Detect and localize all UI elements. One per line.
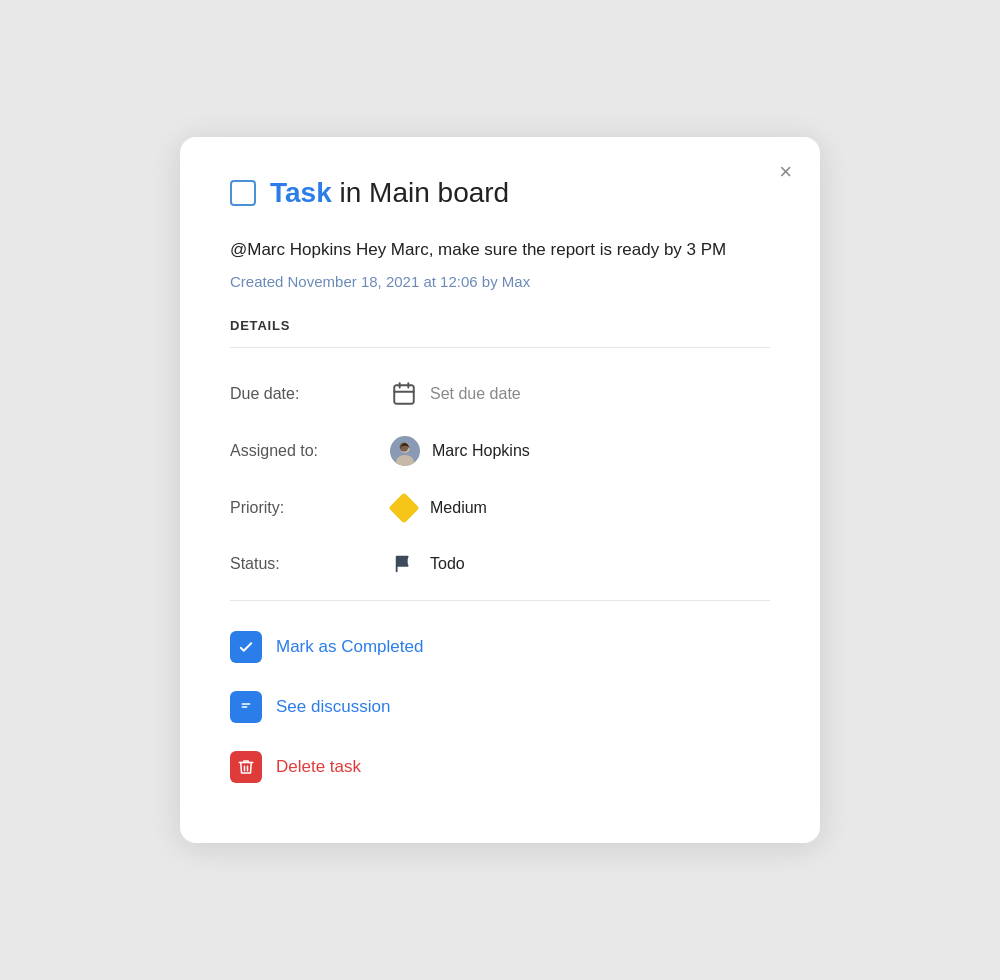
action-list: Mark as Completed See discussion [230,621,770,793]
task-description: @Marc Hopkins Hey Marc, make sure the re… [230,237,770,263]
assignee-name: Marc Hopkins [432,442,530,460]
mark-complete-action[interactable]: Mark as Completed [230,621,770,673]
details-label: DETAILS [230,318,770,333]
task-modal: × Task in Main board @Marc Hopkins Hey M… [180,137,820,843]
svg-rect-8 [396,556,407,565]
task-title-rest: in Main board [332,177,509,208]
due-date-label: Due date: [230,385,390,403]
task-checkbox[interactable] [230,180,256,206]
calendar-icon [390,380,418,408]
due-date-row[interactable]: Due date: Set due date [230,366,770,422]
discussion-icon [230,691,262,723]
modal-header: Task in Main board [230,177,770,209]
status-text: Todo [430,555,465,573]
priority-diamond [388,492,419,523]
priority-value: Medium [390,494,487,522]
priority-row[interactable]: Priority: Medium [230,480,770,536]
set-due-date-text: Set due date [430,385,521,403]
priority-label: Priority: [230,499,390,517]
status-label: Status: [230,555,390,573]
delete-task-label: Delete task [276,757,361,777]
task-title-word: Task [270,177,332,208]
assigned-to-row[interactable]: Assigned to: Marc Hopkins [230,422,770,480]
priority-text: Medium [430,499,487,517]
see-discussion-label: See discussion [276,697,390,717]
mark-complete-label: Mark as Completed [276,637,423,657]
assigned-to-value: Marc Hopkins [390,436,530,466]
svg-rect-0 [394,385,414,403]
flag-icon [390,550,418,578]
priority-icon [390,494,418,522]
due-date-value: Set due date [390,380,521,408]
delete-task-action[interactable]: Delete task [230,741,770,793]
avatar [390,436,420,466]
assigned-to-label: Assigned to: [230,442,390,460]
status-value: Todo [390,550,465,578]
created-info: Created November 18, 2021 at 12:06 by Ma… [230,273,770,290]
close-button[interactable]: × [775,157,796,187]
status-row[interactable]: Status: Todo [230,536,770,592]
modal-title: Task in Main board [270,177,509,209]
delete-icon [230,751,262,783]
complete-icon [230,631,262,663]
details-top-divider [230,347,770,348]
details-bottom-divider [230,600,770,601]
see-discussion-action[interactable]: See discussion [230,681,770,733]
